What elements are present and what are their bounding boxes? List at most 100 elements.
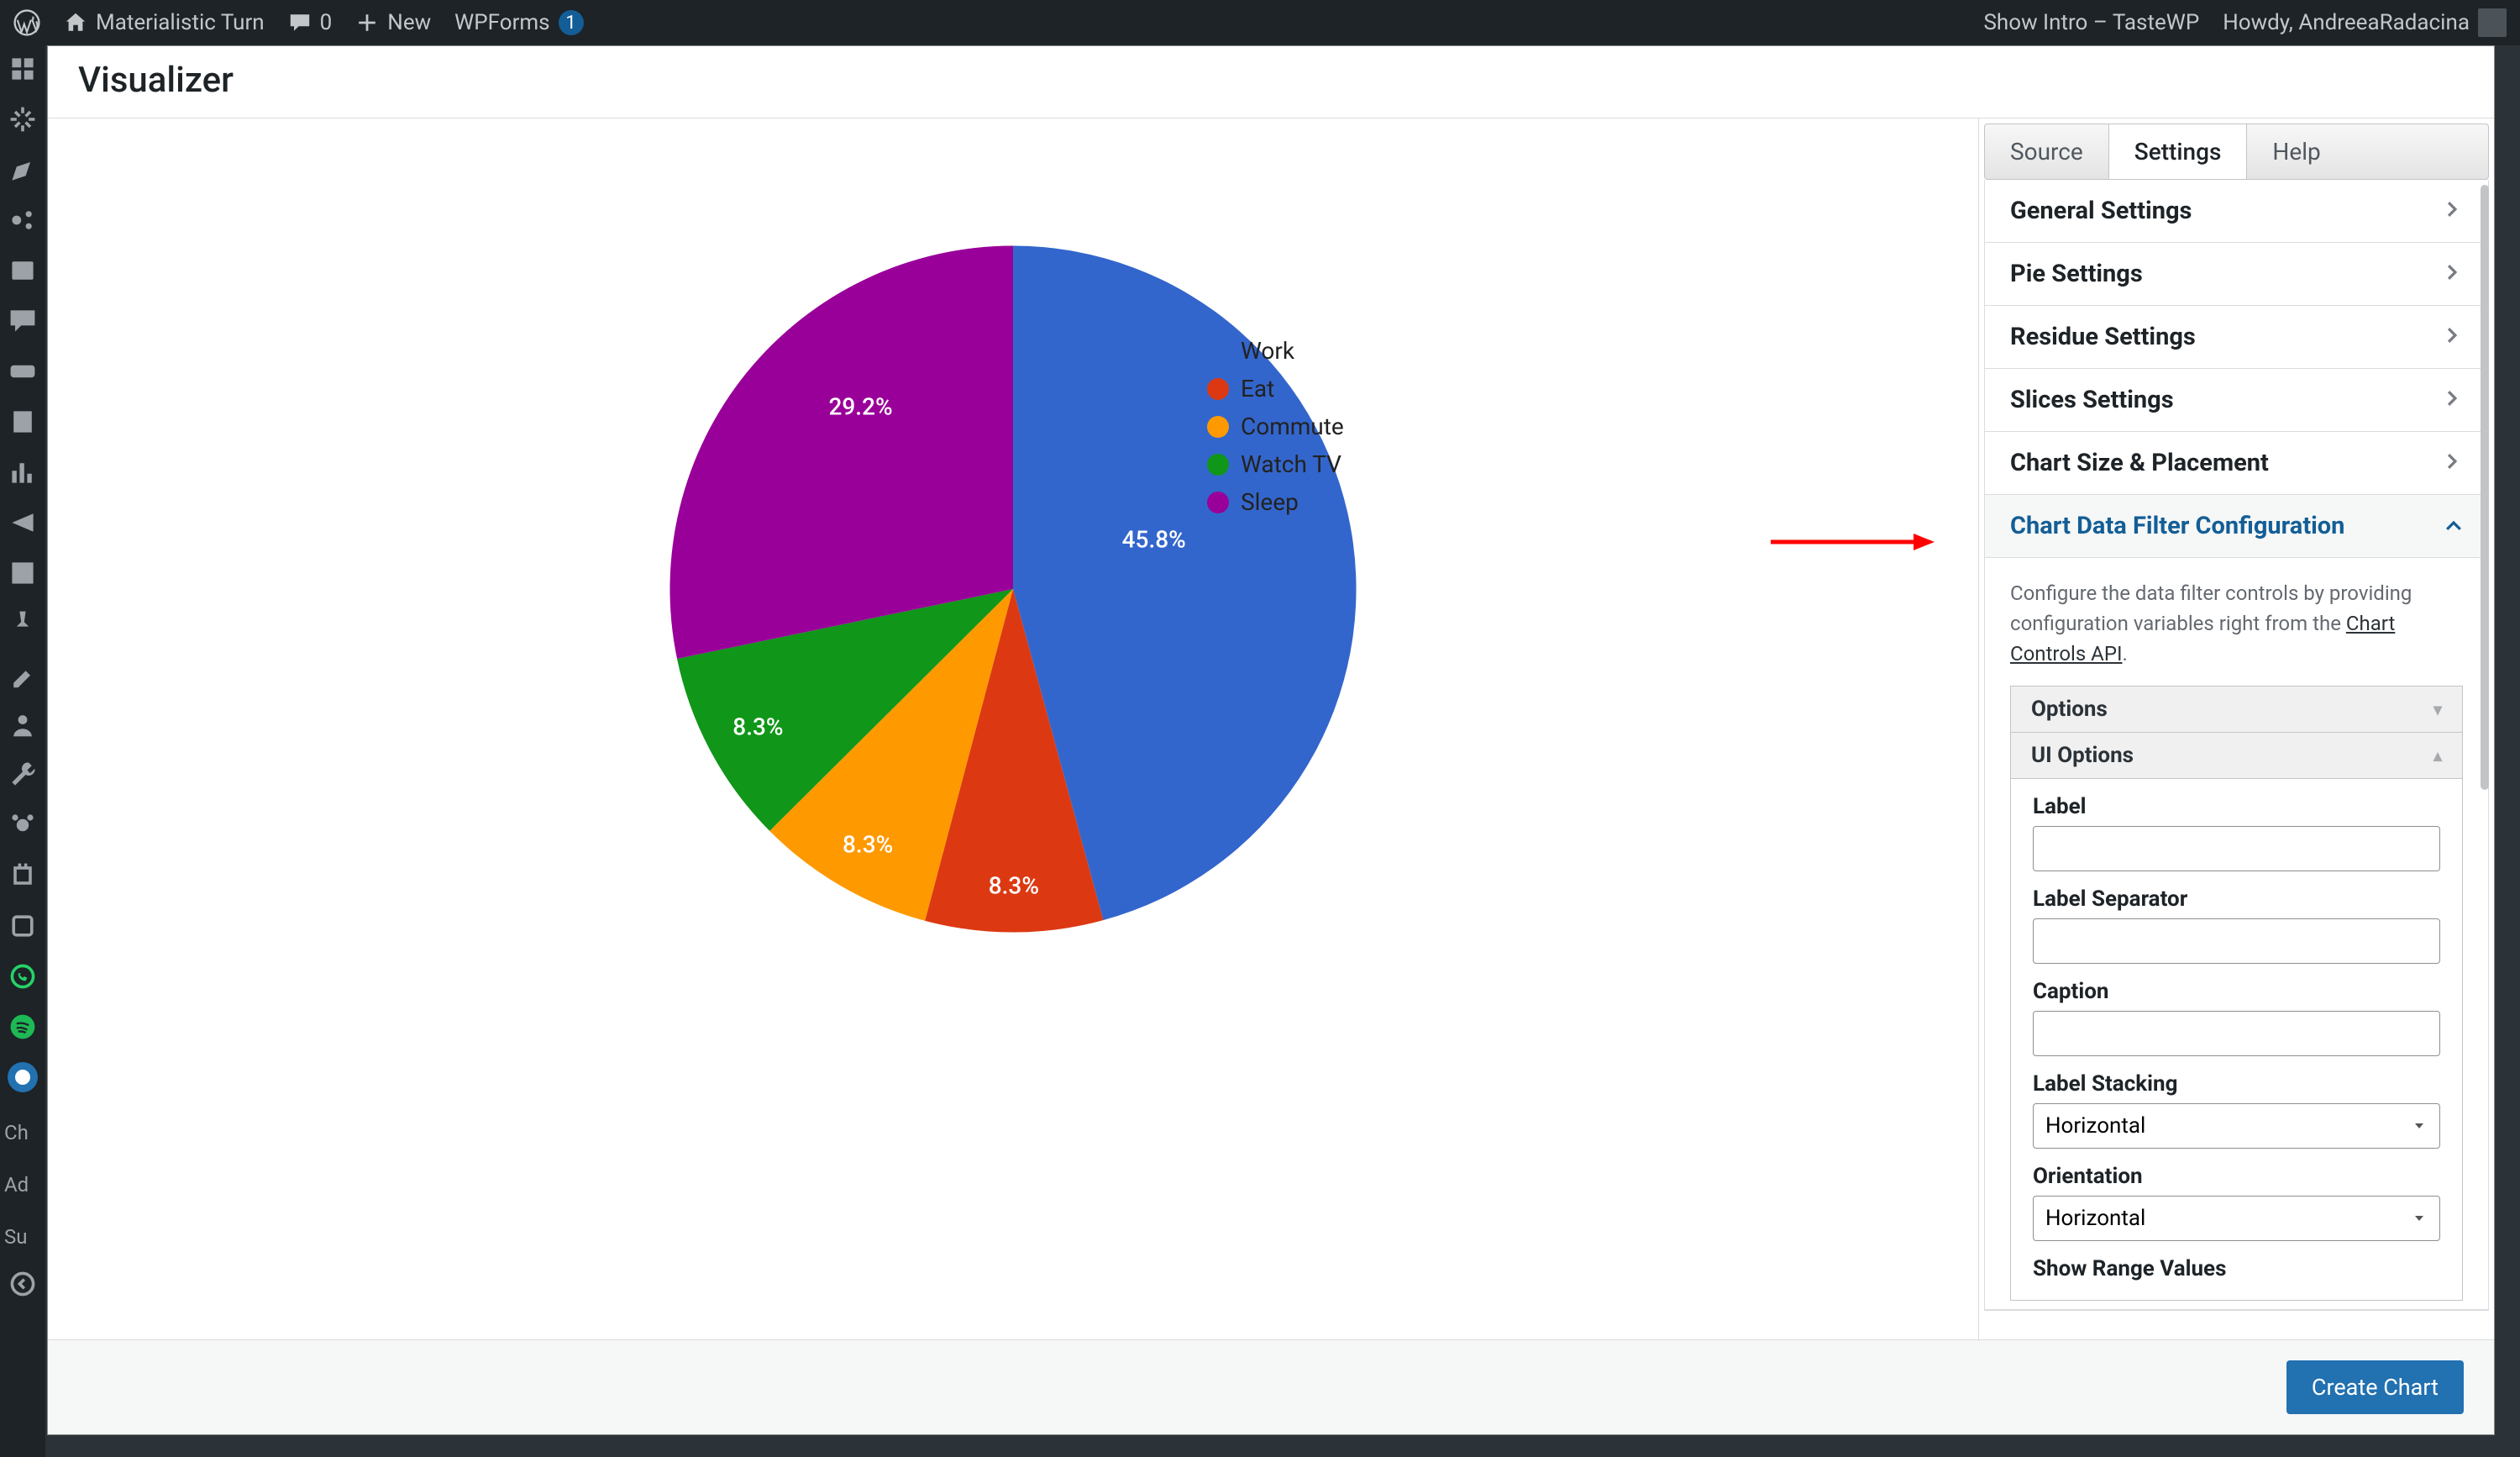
label-input[interactable]	[2033, 826, 2440, 871]
tab-help[interactable]: Help	[2247, 124, 2488, 179]
label-separator-label: Label Separator	[2033, 886, 2440, 912]
acc-residue-settings[interactable]: Residue Settings	[1985, 306, 2488, 369]
legend-item[interactable]: Watch TV	[1207, 450, 1344, 478]
create-chart-button[interactable]: Create Chart	[2286, 1360, 2464, 1414]
subacc-options[interactable]: Options ▾	[2011, 686, 2462, 733]
filter-help-text: Configure the data filter controls by pr…	[2010, 578, 2463, 669]
nav-marketing[interactable]	[8, 508, 38, 538]
wpforms-label: WPForms	[454, 10, 549, 35]
wp-admin-bar: Materialistic Turn 0 New WPForms 1 Show …	[0, 0, 2520, 45]
slice-label-work: 45.8%	[1122, 525, 1186, 553]
nav-plugins[interactable]	[8, 860, 38, 891]
nav-whatsapp[interactable]	[8, 961, 38, 991]
label-stacking-select[interactable]: Horizontal	[2033, 1103, 2440, 1149]
nav-tools[interactable]	[8, 760, 38, 790]
annotation-arrow	[1771, 529, 1939, 555]
modal-header: Visualizer	[48, 46, 2494, 118]
legend-item[interactable]: Eat	[1207, 375, 1344, 402]
chevron-right-icon	[2441, 198, 2463, 224]
acc-pie-settings[interactable]: Pie Settings	[1985, 243, 2488, 306]
wpforms-link[interactable]: WPForms 1	[454, 10, 583, 35]
nav-media[interactable]	[8, 255, 38, 286]
chart-legend: Work Eat Commute Watch TV Sleep	[1207, 337, 1344, 516]
settings-accordion: General Settings Pie Settings Residue Se…	[1984, 180, 2489, 1311]
nav-text-2[interactable]: Ad	[0, 1173, 48, 1197]
home-icon	[64, 11, 87, 34]
tab-source[interactable]: Source	[1985, 124, 2109, 179]
legend-dot	[1207, 378, 1229, 400]
nav-pages[interactable]	[8, 407, 38, 437]
legend-item[interactable]: Commute	[1207, 413, 1344, 440]
slice-sleep[interactable]	[669, 246, 1013, 659]
caption-input[interactable]	[2033, 1011, 2440, 1056]
slice-label-watchtv: 8.3%	[732, 713, 783, 741]
site-name: Materialistic Turn	[96, 10, 265, 35]
nav-appearance[interactable]	[8, 659, 38, 689]
plus-icon	[355, 11, 379, 34]
nav-generic-2[interactable]	[8, 558, 38, 588]
nav-woo[interactable]	[8, 356, 38, 387]
nav-spotify[interactable]	[8, 1012, 38, 1042]
wordpress-icon	[13, 9, 40, 36]
tab-settings[interactable]: Settings	[2109, 124, 2248, 179]
acc-slices-settings[interactable]: Slices Settings	[1985, 369, 2488, 432]
nav-visualizer[interactable]	[8, 1062, 38, 1092]
scrollbar[interactable]	[2481, 185, 2489, 1339]
legend-dot	[1207, 454, 1229, 476]
wp-logo[interactable]	[13, 9, 40, 36]
site-name-link[interactable]: Materialistic Turn	[64, 10, 265, 35]
legend-dot	[1207, 340, 1229, 362]
nav-text-1[interactable]: Ch	[0, 1121, 48, 1144]
wpforms-badge: 1	[559, 10, 584, 35]
chevron-right-icon	[2441, 450, 2463, 476]
nav-generic-3[interactable]	[8, 810, 38, 840]
nav-comments[interactable]	[8, 306, 38, 336]
scrollbar-thumb[interactable]	[2481, 185, 2489, 790]
orientation-label: Orientation	[2033, 1164, 2440, 1189]
nav-generic-4[interactable]	[8, 911, 38, 941]
subacc-ui-options[interactable]: UI Options ▴	[2011, 733, 2462, 779]
page-title: Visualizer	[78, 60, 2464, 101]
new-label: New	[387, 10, 431, 35]
nav-users[interactable]	[8, 709, 38, 739]
comments-link[interactable]: 0	[288, 10, 333, 35]
ui-options-fields: Label Label Separator Caption	[2011, 779, 2462, 1300]
acc-chart-size[interactable]: Chart Size & Placement	[1985, 432, 2488, 495]
slice-label-eat: 8.3%	[989, 871, 1039, 899]
visualizer-modal: Visualizer 45.8% 8.3%	[47, 45, 2495, 1435]
legend-item[interactable]: Sleep	[1207, 488, 1344, 516]
comments-count: 0	[320, 10, 333, 35]
label-separator-input[interactable]	[2033, 918, 2440, 964]
settings-panel: Source Settings Help General Settings Pi…	[1978, 118, 2494, 1339]
nav-collapse[interactable]	[8, 1269, 38, 1299]
howdy-link[interactable]: Howdy, AndreeaRadacina	[2223, 8, 2507, 37]
nav-analytics[interactable]	[8, 457, 38, 487]
nav-text-3[interactable]: Su	[0, 1225, 48, 1249]
show-intro-link[interactable]: Show Intro – TasteWP	[1983, 10, 2199, 35]
nav-posts[interactable]	[8, 155, 38, 185]
label-stacking-label: Label Stacking	[2033, 1071, 2440, 1097]
legend-item[interactable]: Work	[1207, 337, 1344, 365]
acc-filter-content: Configure the data filter controls by pr…	[1985, 558, 2488, 1310]
nav-pin[interactable]	[8, 608, 38, 639]
chart-area: 45.8% 8.3% 8.3% 8.3% 29.2% Work Eat Comm…	[48, 118, 1978, 1339]
admin-sidebar-collapsed: Ch Ad Su	[0, 45, 45, 1457]
caption-label: Caption	[2033, 979, 2440, 1004]
chevron-right-icon	[2441, 261, 2463, 287]
nav-dashboard[interactable]	[8, 54, 38, 84]
comment-icon	[288, 11, 312, 34]
acc-chart-data-filter[interactable]: Chart Data Filter Configuration	[1985, 495, 2488, 558]
chevron-down-icon	[2439, 515, 2465, 537]
acc-general-settings[interactable]: General Settings	[1985, 180, 2488, 243]
legend-dot	[1207, 492, 1229, 513]
chevron-right-icon	[2441, 387, 2463, 413]
orientation-select[interactable]: Horizontal	[2033, 1196, 2440, 1241]
chevron-right-icon	[2441, 324, 2463, 350]
settings-tabs: Source Settings Help	[1984, 124, 2489, 180]
nav-updates[interactable]	[8, 104, 38, 134]
modal-footer: Create Chart	[48, 1339, 2494, 1434]
legend-dot	[1207, 416, 1229, 438]
avatar	[2478, 8, 2507, 37]
new-link[interactable]: New	[355, 10, 431, 35]
nav-generic-1[interactable]	[8, 205, 38, 235]
